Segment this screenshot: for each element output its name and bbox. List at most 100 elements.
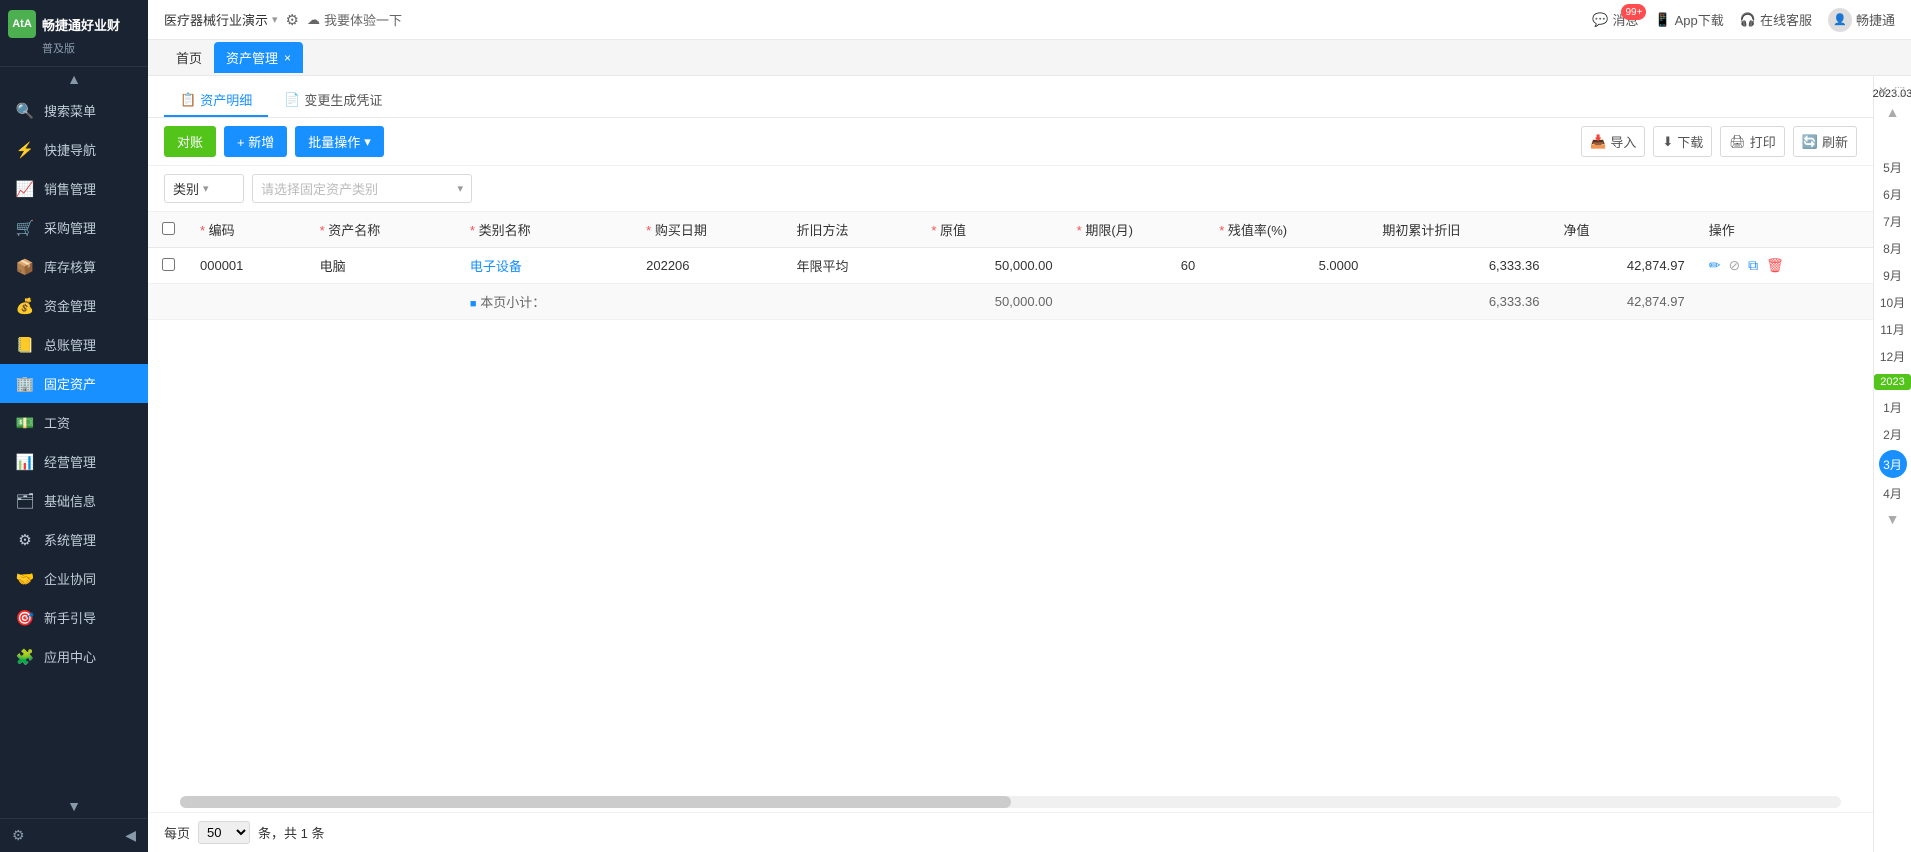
experience-label: 我要体验一下 [324, 10, 402, 29]
refresh-icon: 🔄 [1802, 134, 1818, 150]
month-item[interactable]: 8月 [1874, 235, 1911, 262]
cell-residual-rate: 5.0000 [1207, 248, 1370, 284]
sidebar-menu: 🔍 搜索菜单 ⚡ 快捷导航 📈 销售管理 🛒 采购管理 📦 库存核算 💰 资金管… [0, 91, 148, 794]
month-item[interactable]: 1月 [1874, 394, 1911, 421]
new-button[interactable]: + 新增 [224, 126, 287, 157]
salary-icon: 💵 [16, 414, 34, 432]
sidebar-scroll-up[interactable]: ▲ [0, 67, 148, 91]
panel-close-icon[interactable]: ✕ [1878, 84, 1888, 98]
sales-icon: 📈 [16, 180, 34, 198]
select-all-checkbox[interactable] [162, 222, 175, 235]
sidebar-item-capital[interactable]: 💰 资金管理 [0, 286, 148, 325]
sidebar-item-salary[interactable]: 💵 工资 [0, 403, 148, 442]
appstore-icon: 🧩 [16, 648, 34, 666]
col-depreciation-method: 折旧方法 [784, 212, 919, 248]
tab-close-icon[interactable]: × [284, 51, 291, 65]
sidebar: AtA 畅捷通好业财 普及版 ▲ 🔍 搜索菜单 ⚡ 快捷导航 📈 销售管理 🛒 … [0, 0, 148, 852]
service-icon: 🎧 [1740, 12, 1756, 28]
sidebar-item-search[interactable]: 🔍 搜索菜单 [0, 91, 148, 130]
row-checkbox[interactable] [162, 258, 175, 271]
import-button[interactable]: 📥 导入 [1581, 126, 1645, 157]
month-item[interactable]: 4月 [1874, 480, 1911, 507]
filter-bar: 类别 ▾ 请选择固定资产类别 ▾ [148, 166, 1873, 212]
sidebar-logo-icon: AtA [8, 10, 36, 38]
month-item[interactable]: 6月 [1874, 181, 1911, 208]
cell-depreciation-method: 年限平均 [784, 248, 919, 284]
disable-icon[interactable]: ⊘ [1728, 257, 1740, 274]
panel-down-arrow[interactable]: ▼ [1886, 511, 1900, 527]
edit-icon[interactable]: ✏ [1709, 257, 1721, 274]
month-item[interactable]: 7月 [1874, 208, 1911, 235]
col-code: 编码 [188, 212, 308, 248]
sidebar-item-basic[interactable]: 🗂 基础信息 [0, 481, 148, 520]
avatar: 👤 [1828, 8, 1852, 32]
month-item[interactable]: 10月 [1874, 289, 1911, 316]
sidebar-item-quicknav[interactable]: ⚡ 快捷导航 [0, 130, 148, 169]
month-item[interactable]: 9月 [1874, 262, 1911, 289]
sidebar-item-coop[interactable]: 🤝 企业协同 [0, 559, 148, 598]
download-button[interactable]: ⬇ 下载 [1653, 126, 1712, 157]
panel-up-arrow[interactable]: ▲ [1886, 104, 1900, 120]
right-panel: ✕ ⬚ 2023.03 ▲ 5月6月7月8月9月10月11月12月20231月2… [1873, 76, 1911, 852]
print-button[interactable]: 🖨 打印 [1720, 126, 1785, 157]
copy-icon[interactable]: ⧉ [1748, 257, 1758, 274]
per-page-select[interactable]: 50 100 200 [198, 821, 250, 844]
main-area: 医疗器械行业演示 ▾ ⚙ ☁ 我要体验一下 💬 消息 99+ 📱 App下载 🎧… [148, 0, 1911, 852]
sidebar-item-appstore[interactable]: 🧩 应用中心 [0, 637, 148, 676]
sidebar-item-sales[interactable]: 📈 销售管理 [0, 169, 148, 208]
year-label[interactable]: 2023 [1874, 374, 1911, 390]
print-label: 打印 [1750, 132, 1776, 151]
sidebar-scroll-down[interactable]: ▼ [0, 794, 148, 818]
cell-net-value: 42,874.97 [1551, 248, 1696, 284]
horizontal-scrollbar[interactable] [180, 796, 1841, 808]
col-category: 类别名称 [458, 212, 634, 248]
subtab-asset-detail[interactable]: 📋 资产明细 [164, 84, 268, 117]
refresh-button[interactable]: 🔄 刷新 [1793, 126, 1857, 157]
sidebar-item-guide[interactable]: 🎯 新手引导 [0, 598, 148, 637]
tab-asset-management[interactable]: 资产管理 × [214, 42, 303, 73]
topbar-left: 医疗器械行业演示 ▾ ⚙ ☁ 我要体验一下 [164, 10, 402, 29]
print-icon: 🖨 [1729, 134, 1746, 150]
message-btn[interactable]: 💬 消息 99+ [1592, 10, 1638, 29]
settings-icon[interactable]: ⚙ [12, 827, 25, 844]
tab-home[interactable]: 首页 [164, 42, 214, 73]
message-icon: 💬 [1592, 12, 1608, 28]
user-btn[interactable]: 👤 畅捷通 [1828, 8, 1895, 32]
app-download-btn[interactable]: 📱 App下载 [1654, 10, 1723, 29]
category-input[interactable]: 请选择固定资产类别 ▾ [252, 174, 472, 203]
scroll-up-icon[interactable]: ▲ [67, 71, 81, 87]
sidebar-item-ops[interactable]: 📊 经营管理 [0, 442, 148, 481]
company-selector[interactable]: 医疗器械行业演示 ▾ [164, 10, 278, 29]
sidebar-item-inventory[interactable]: 📦 库存核算 [0, 247, 148, 286]
month-item[interactable]: 3月 [1879, 450, 1907, 478]
sidebar-label-ledger: 总账管理 [44, 335, 96, 354]
sidebar-item-system[interactable]: ⚙ 系统管理 [0, 520, 148, 559]
month-item[interactable]: 2月 [1874, 421, 1911, 448]
filter-input-arrow: ▾ [457, 182, 463, 195]
scroll-down-icon[interactable]: ▼ [67, 798, 81, 814]
panel-expand-icon[interactable]: ⬚ [1894, 84, 1905, 98]
month-item[interactable]: 12月 [1874, 343, 1911, 370]
cell-actions: ✏ ⊘ ⧉ 🗑 [1697, 248, 1873, 284]
month-item[interactable]: 11月 [1874, 316, 1911, 343]
sidebar-footer: ⚙ ◀ [0, 818, 148, 852]
category-select[interactable]: 类别 ▾ [164, 174, 244, 203]
message-badge: 99+ [1621, 4, 1646, 20]
delete-icon[interactable]: 🗑 [1766, 257, 1784, 274]
sidebar-item-ledger[interactable]: 📒 总账管理 [0, 325, 148, 364]
sidebar-logo: AtA 畅捷通好业财 [8, 10, 140, 38]
collapse-icon[interactable]: ◀ [125, 827, 136, 844]
customer-service-btn[interactable]: 🎧 在线客服 [1740, 10, 1812, 29]
reconcile-button[interactable]: 对账 [164, 126, 216, 157]
content-area: 📋 资产明细 📄 变更生成凭证 对账 + 新增 批量操作 ▾ [148, 76, 1911, 852]
subtab-asset-detail-label: 资产明细 [200, 90, 252, 109]
month-item[interactable]: 5月 [1874, 154, 1911, 181]
batch-button[interactable]: 批量操作 ▾ [295, 126, 384, 157]
col-period: 期限(月) [1065, 212, 1208, 248]
sidebar-item-purchase[interactable]: 🛒 采购管理 [0, 208, 148, 247]
topbar-settings-icon[interactable]: ⚙ [286, 11, 299, 29]
experience-btn[interactable]: ☁ 我要体验一下 [307, 10, 402, 29]
sidebar-label-appstore: 应用中心 [44, 647, 96, 666]
sidebar-item-fixedasset[interactable]: 🏢 固定资产 [0, 364, 148, 403]
subtab-change-voucher[interactable]: 📄 变更生成凭证 [268, 84, 398, 117]
